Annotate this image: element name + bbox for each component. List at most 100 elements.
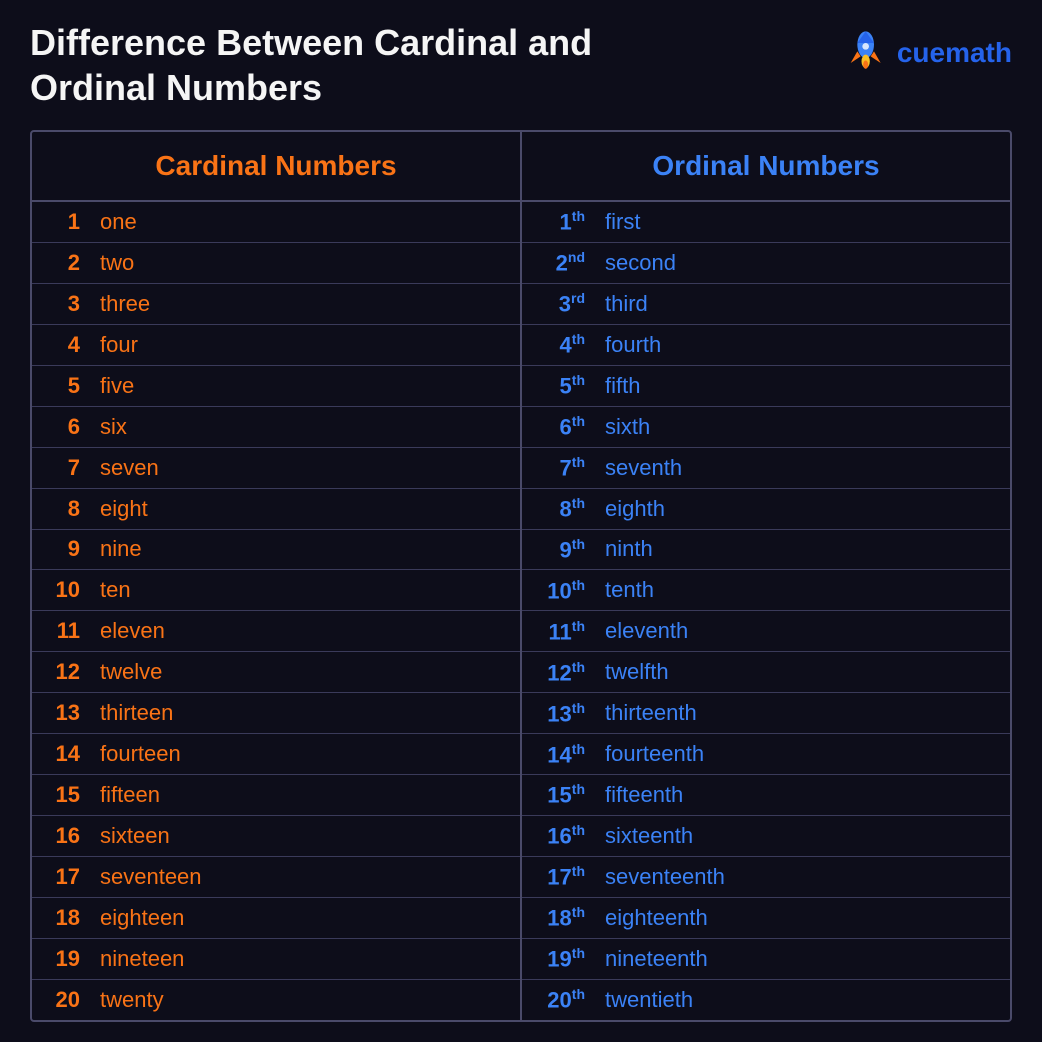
cardinal-word: five (100, 373, 134, 399)
cardinal-cell: 19nineteen (32, 938, 521, 979)
cardinal-number: 10 (40, 577, 80, 603)
ordinal-number: 1th (530, 208, 585, 235)
ordinal-word: eleventh (605, 618, 688, 644)
table-container: Cardinal Numbers Ordinal Numbers 1one1th… (30, 130, 1012, 1022)
cardinal-word: six (100, 414, 127, 440)
cardinal-word: sixteen (100, 823, 170, 849)
ordinal-word: second (605, 250, 676, 276)
cardinal-word: seven (100, 455, 159, 481)
cardinal-word: thirteen (100, 700, 173, 726)
cardinal-word: three (100, 291, 150, 317)
cardinal-cell: 16sixteen (32, 816, 521, 857)
ordinal-cell: 1thfirst (521, 201, 1010, 242)
ordinal-cell: 7th seventh (521, 447, 1010, 488)
table-row: 15fifteen15thfifteenth (32, 775, 1010, 816)
ordinal-number: 20th (530, 986, 585, 1013)
page-title: Difference Between Cardinal and Ordinal … (30, 20, 650, 110)
rocket-icon (839, 28, 889, 78)
ordinal-cell: 15thfifteenth (521, 775, 1010, 816)
ordinal-cell: 11th eleventh (521, 611, 1010, 652)
cardinal-cell: 8 eight (32, 488, 521, 529)
ordinal-word: sixteenth (605, 823, 693, 849)
cardinal-word: eighteen (100, 905, 184, 931)
cardinal-cell: 13 thirteen (32, 693, 521, 734)
cardinal-cell: 11 eleven (32, 611, 521, 652)
table-row: 19nineteen19thnineteenth (32, 938, 1010, 979)
ordinal-number: 8th (530, 495, 585, 522)
cardinal-number: 15 (40, 782, 80, 808)
ordinal-word: thirteenth (605, 700, 697, 726)
table-row: 4 four 4thfourth (32, 324, 1010, 365)
ordinal-number: 10th (530, 577, 585, 604)
cardinal-cell: 14 fourteen (32, 734, 521, 775)
ordinal-cell: 8th eighth (521, 488, 1010, 529)
table-row: 10 ten 10th tenth (32, 570, 1010, 611)
table-row: 6six6thsixth (32, 406, 1010, 447)
cardinal-word: nineteen (100, 946, 184, 972)
ordinal-number: 7th (530, 454, 585, 481)
cardinal-word: eight (100, 496, 148, 522)
header: Difference Between Cardinal and Ordinal … (30, 20, 1012, 110)
ordinal-number: 14th (530, 741, 585, 768)
ordinal-cell: 6thsixth (521, 406, 1010, 447)
table-row: 12twelve12thtwelfth (32, 652, 1010, 693)
cardinal-number: 4 (40, 332, 80, 358)
cardinal-cell: 5five (32, 365, 521, 406)
cardinal-cell: 12twelve (32, 652, 521, 693)
cardinal-number: 14 (40, 741, 80, 767)
table-row: 14 fourteen 14th fourteenth (32, 734, 1010, 775)
cardinal-word: ten (100, 577, 131, 603)
ordinal-word: fourteenth (605, 741, 704, 767)
table-row: 13 thirteen 13th thirteenth (32, 693, 1010, 734)
ordinal-word: eighteenth (605, 905, 708, 931)
ordinal-word: tenth (605, 577, 654, 603)
cardinal-number: 11 (40, 618, 80, 644)
ordinal-cell: 2ndsecond (521, 242, 1010, 283)
cardinal-cell: 20twenty (32, 979, 521, 1020)
logo-text: cuemath (897, 37, 1012, 69)
cardinal-number: 8 (40, 496, 80, 522)
table-row: 9nine9thninth (32, 529, 1010, 570)
cardinal-cell: 1one (32, 201, 521, 242)
table-row: 1one1thfirst (32, 201, 1010, 242)
ordinal-number: 19th (530, 945, 585, 972)
ordinal-word: fifth (605, 373, 640, 399)
cardinal-word: four (100, 332, 138, 358)
ordinal-number: 4th (530, 331, 585, 358)
ordinal-word: fifteenth (605, 782, 683, 808)
ordinal-cell: 16thsixteenth (521, 816, 1010, 857)
cardinal-cell: 4 four (32, 324, 521, 365)
ordinal-word: ninth (605, 536, 653, 562)
ordinal-cell: 9thninth (521, 529, 1010, 570)
ordinal-number: 17th (530, 863, 585, 890)
ordinal-number: 11th (530, 618, 585, 645)
cardinal-cell: 10 ten (32, 570, 521, 611)
ordinal-word: third (605, 291, 648, 317)
table-row: 11 eleven 11th eleventh (32, 611, 1010, 652)
table-row: 2two2ndsecond (32, 242, 1010, 283)
cardinal-word: eleven (100, 618, 165, 644)
cardinal-word: seventeen (100, 864, 202, 890)
ordinal-cell: 14th fourteenth (521, 734, 1010, 775)
cardinal-number: 13 (40, 700, 80, 726)
cardinal-word: twelve (100, 659, 162, 685)
ordinal-cell: 13th thirteenth (521, 693, 1010, 734)
ordinal-number: 13th (530, 700, 585, 727)
cardinal-word: fourteen (100, 741, 181, 767)
table-row: 16sixteen16thsixteenth (32, 816, 1010, 857)
cardinal-cell: 17seventeen (32, 857, 521, 898)
ordinal-word: seventh (605, 455, 682, 481)
ordinal-cell: 19thnineteenth (521, 938, 1010, 979)
cardinal-number: 9 (40, 536, 80, 562)
cardinal-cell: 3three (32, 283, 521, 324)
cardinal-word: twenty (100, 987, 164, 1013)
ordinal-cell: 12thtwelfth (521, 652, 1010, 693)
ordinal-word: seventeenth (605, 864, 725, 890)
cardinal-number: 18 (40, 905, 80, 931)
ordinal-cell: 4thfourth (521, 324, 1010, 365)
ordinal-cell: 10th tenth (521, 570, 1010, 611)
table-header-row: Cardinal Numbers Ordinal Numbers (32, 132, 1010, 201)
ordinal-word: eighth (605, 496, 665, 522)
ordinal-word: twelfth (605, 659, 669, 685)
ordinal-cell: 20thtwentieth (521, 979, 1010, 1020)
